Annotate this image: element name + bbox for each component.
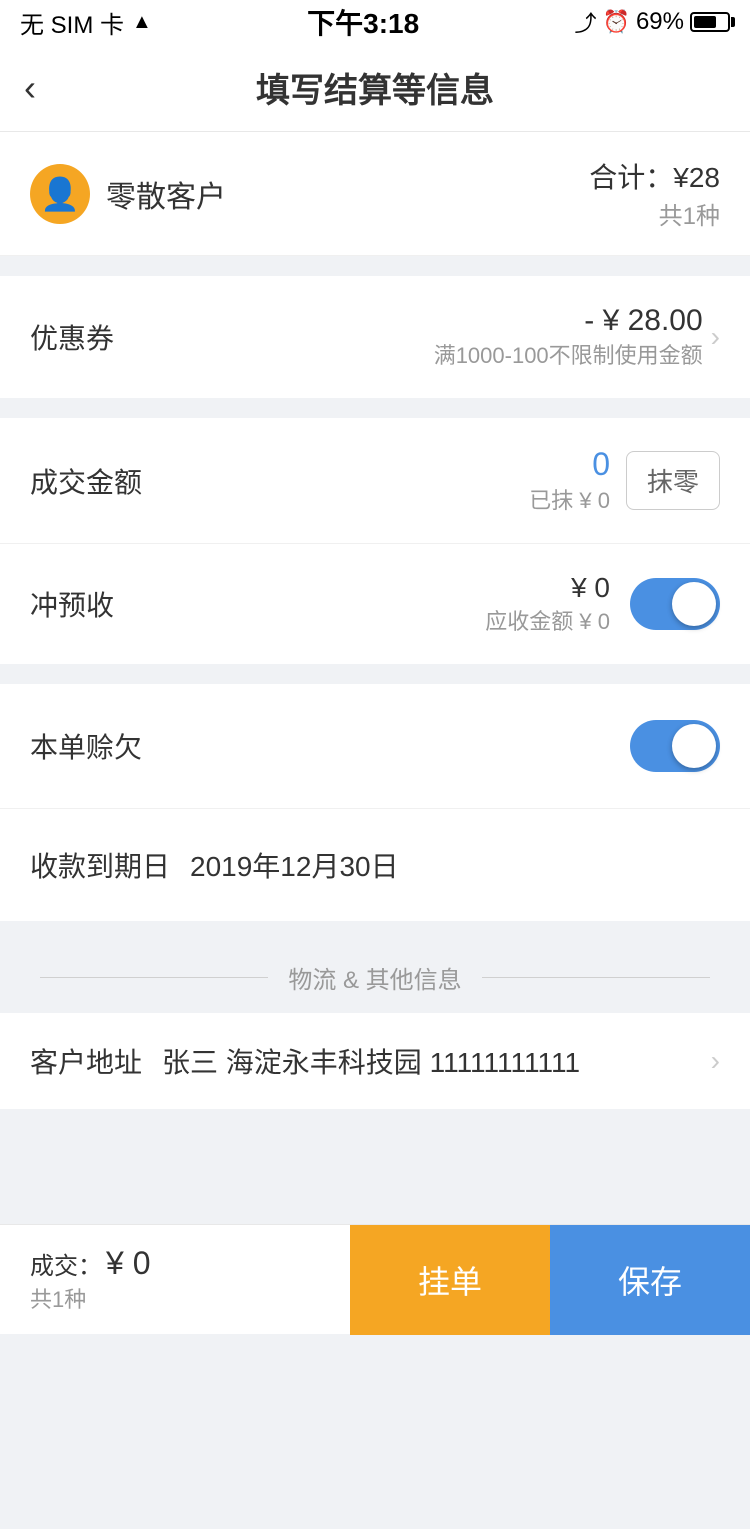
coupon-info: - ¥ 28.00 满1000-100不限制使用金额 [434, 304, 703, 370]
coupon-discount: - ¥ 28.00 [434, 304, 703, 338]
duedate-row[interactable]: 收款到期日 2019年12月30日 [0, 809, 750, 921]
wifi-icon: ▲ [132, 11, 152, 34]
coupon-desc: 满1000-100不限制使用金额 [434, 338, 703, 370]
deal-row: 成交： ¥ 0 [30, 1245, 320, 1282]
coupon-right: - ¥ 28.00 满1000-100不限制使用金额 › [434, 304, 720, 370]
customer-row[interactable]: 👤 零散客户 合计：¥28 共1种 [0, 132, 750, 256]
save-button[interactable]: 保存 [550, 1225, 750, 1335]
transaction-deducted: 已抹 ¥ 0 [529, 483, 610, 515]
logistics-header: 物流 & 其他信息 [0, 941, 750, 1013]
status-bar: 无 SIM 卡 ▲ 下午3:18 ⤴ ⏰ 69% [0, 0, 750, 44]
address-chevron-icon: › [711, 1045, 720, 1077]
duedate-value: 2019年12月30日 [190, 845, 399, 885]
transaction-row: 成交金额 0 已抹 ¥ 0 抹零 [0, 418, 750, 543]
address-row[interactable]: 客户地址 张三 海淀永丰科技园 11111111111 › [0, 1013, 750, 1109]
bottom-deal-label: 成交： [30, 1246, 102, 1281]
address-section: 客户地址 张三 海淀永丰科技园 11111111111 › [0, 1013, 750, 1109]
coupon-chevron-icon: › [711, 321, 720, 353]
address-value: 张三 海淀永丰科技园 11111111111 [162, 1041, 711, 1081]
prereceipt-amount: ¥ 0 [485, 572, 610, 604]
status-time: 下午3:18 [307, 2, 419, 42]
prereceipt-info: ¥ 0 应收金额 ¥ 0 [485, 572, 610, 636]
transaction-value-area: 0 已抹 ¥ 0 [529, 446, 610, 515]
nav-bar: ‹ 填写结算等信息 [0, 44, 750, 132]
total-amount: 合计：¥28 [589, 156, 720, 196]
debt-section: 本单赊欠 收款到期日 2019年12月30日 [0, 684, 750, 921]
coupon-section: 优惠券 - ¥ 28.00 满1000-100不限制使用金额 › [0, 276, 750, 398]
avatar-icon: 👤 [40, 175, 80, 213]
duedate-label: 收款到期日 [30, 845, 170, 885]
page-title: 填写结算等信息 [256, 63, 494, 112]
status-left: 无 SIM 卡 ▲ [20, 5, 152, 40]
customer-avatar: 👤 [30, 164, 90, 224]
hang-button[interactable]: 挂单 [350, 1225, 550, 1335]
prereceipt-receivable: 应收金额 ¥ 0 [485, 604, 610, 636]
bottom-summary: 成交： ¥ 0 共1种 [0, 1245, 350, 1314]
bottom-deal-amount: ¥ 0 [106, 1245, 150, 1282]
logistics-title: 物流 & 其他信息 [268, 960, 481, 995]
transaction-right: 0 已抹 ¥ 0 抹零 [529, 446, 720, 515]
toggle-knob [672, 582, 716, 626]
prereceipt-label: 冲预收 [30, 584, 114, 624]
status-right: ⤴ ⏰ 69% [575, 6, 730, 38]
coupon-label: 优惠券 [30, 317, 114, 357]
divider-3 [0, 664, 750, 684]
transaction-label: 成交金额 [30, 461, 142, 501]
prereceipt-toggle[interactable] [630, 578, 720, 630]
address-label: 客户地址 [30, 1041, 142, 1081]
coupon-row[interactable]: 优惠券 - ¥ 28.00 满1000-100不限制使用金额 › [0, 276, 750, 398]
divider-4 [0, 921, 750, 941]
transaction-amount[interactable]: 0 [529, 446, 610, 483]
customer-total: 合计：¥28 共1种 [589, 156, 720, 231]
prereceipt-right: ¥ 0 应收金额 ¥ 0 [485, 572, 720, 636]
back-button[interactable]: ‹ [24, 67, 36, 109]
customer-section: 👤 零散客户 合计：¥28 共1种 [0, 132, 750, 256]
prereceipt-row: 冲预收 ¥ 0 应收金额 ¥ 0 [0, 543, 750, 664]
location-icon: ⤴ [575, 6, 597, 38]
battery-icon [690, 12, 730, 32]
debt-toggle[interactable] [630, 720, 720, 772]
debt-row: 本单赊欠 [0, 684, 750, 809]
debt-toggle-knob [672, 724, 716, 768]
divider-2 [0, 398, 750, 418]
debt-label: 本单赊欠 [30, 726, 142, 766]
bottom-count: 共1种 [30, 1282, 320, 1314]
divider-1 [0, 256, 750, 276]
transaction-section: 成交金额 0 已抹 ¥ 0 抹零 冲预收 ¥ 0 应收金额 ¥ 0 [0, 418, 750, 664]
total-count: 共1种 [589, 196, 720, 231]
customer-left: 👤 零散客户 [30, 164, 226, 224]
battery-percent: 69% [636, 8, 684, 36]
alarm-icon: ⏰ [603, 9, 630, 35]
round-off-button[interactable]: 抹零 [626, 451, 720, 510]
customer-name: 零散客户 [106, 172, 226, 216]
carrier-label: 无 SIM 卡 [20, 5, 124, 40]
bottom-bar: 成交： ¥ 0 共1种 挂单 保存 [0, 1224, 750, 1334]
